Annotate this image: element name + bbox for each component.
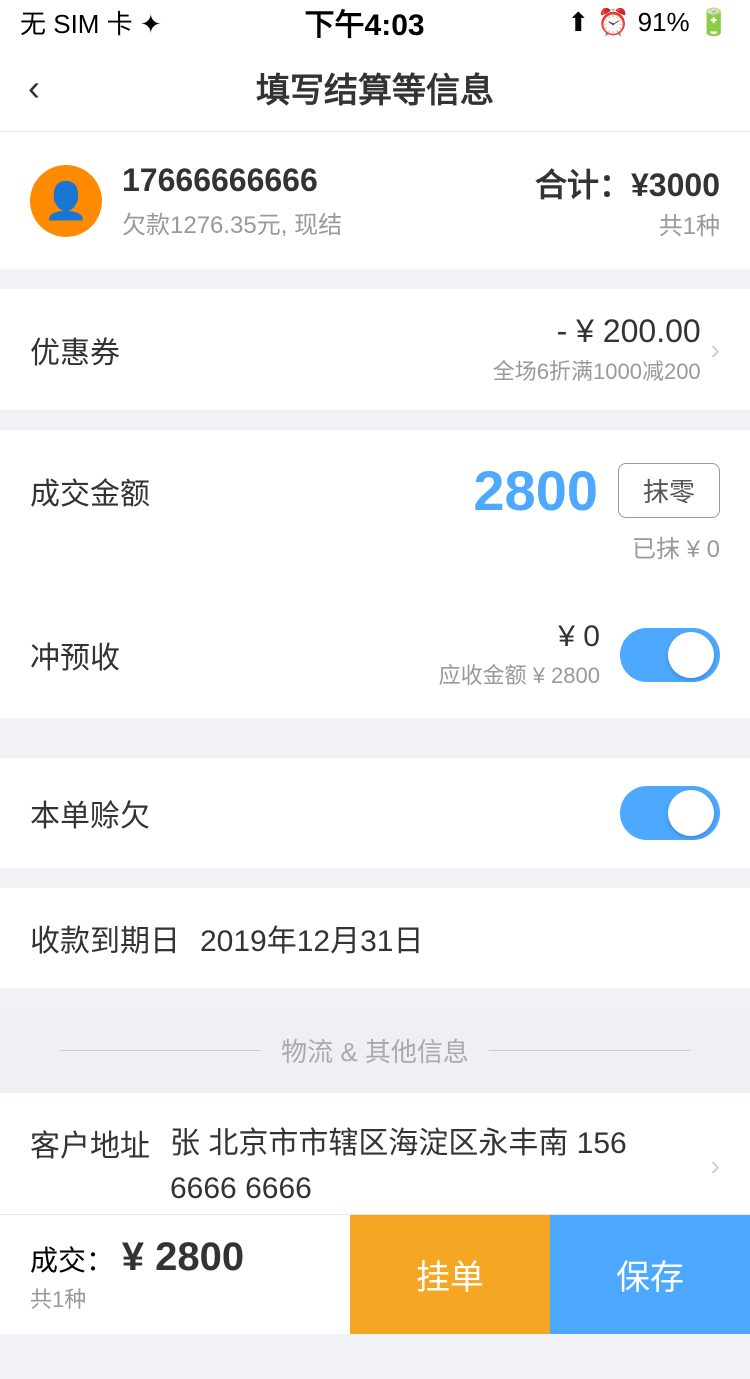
round-button[interactable]: 抹零 [618,463,720,518]
page-title: 填写结算等信息 [256,63,494,112]
customer-left: 👤 17666666666 欠款1276.35元, 现结 [30,162,342,240]
customer-info: 17666666666 欠款1276.35元, 现结 [122,162,342,240]
address-label: 客户地址 [30,1121,150,1165]
hold-button[interactable]: 挂单 [350,1215,550,1334]
bottom-prefix: 成交： [30,1245,114,1276]
alarm-icon: ⏰ [597,7,629,38]
bottom-summary: 成交： ¥ 2800 共1种 [0,1215,350,1334]
address-chevron-icon: › [711,1150,720,1182]
content-area: 👤 17666666666 欠款1276.35元, 现结 合计：¥3000 共1… [0,132,750,1379]
status-time: 下午4:03 [305,0,425,44]
prepay-section: 冲预收 ¥ 0 应收金额 ¥ 2800 [0,592,750,718]
sim-label: 无 SIM 卡 ✦ [20,4,162,41]
logistics-divider: 物流 & 其他信息 [0,1008,750,1093]
toggle-knob [668,632,714,678]
prepay-sub: 应收金额 ¥ 2800 [439,658,600,690]
duedate-value: 2019年12月31日 [200,916,423,960]
duedate-section: 收款到期日 2019年12月31日 [0,888,750,988]
prepay-row: 冲预收 ¥ 0 应收金额 ¥ 2800 [30,592,720,690]
coupon-row[interactable]: 优惠券 - ¥ 200.00 全场6折满1000减200 › [0,289,750,410]
amount-label: 成交金额 [30,469,150,513]
customer-debt: 欠款1276.35元, 现结 [122,205,342,240]
bottom-amount: ¥ 2800 [122,1235,244,1279]
bottom-bar: 成交： ¥ 2800 共1种 挂单 保存 [0,1214,750,1334]
back-button[interactable]: ‹ [28,67,40,109]
address-value: 张 北京市市辖区海淀区永丰南 156 6666 6666 [170,1121,701,1211]
amount-row: 成交金额 2800 抹零 [30,458,720,523]
total-amount: 合计：¥3000 [535,160,720,206]
prepay-label: 冲预收 [30,633,120,677]
debt-toggle-knob [668,790,714,836]
debt-toggle[interactable] [620,786,720,840]
nav-bar: ‹ 填写结算等信息 [0,44,750,132]
avatar: 👤 [30,165,102,237]
coupon-label: 优惠券 [30,328,120,372]
prepay-value: ¥ 0 [439,620,600,654]
prepay-toggle[interactable] [620,628,720,682]
address-right: 张 北京市市辖区海淀区永丰南 156 6666 6666 › [170,1121,720,1211]
coupon-amount: - ¥ 200.00 [557,313,701,350]
bottom-label-row: 成交： ¥ 2800 [30,1235,320,1280]
customer-row: 👤 17666666666 欠款1276.35元, 现结 合计：¥3000 共1… [30,160,720,241]
avatar-icon: 👤 [44,180,89,222]
customer-phone: 17666666666 [122,162,342,199]
status-left: 无 SIM 卡 ✦ [20,4,162,41]
separator-2 [0,718,750,738]
amount-value-group: 2800 抹零 [473,458,720,523]
divider-text: 物流 & 其他信息 [261,1032,489,1069]
prepay-amounts: ¥ 0 应收金额 ¥ 2800 [439,620,600,690]
save-button[interactable]: 保存 [550,1215,750,1334]
duedate-label: 收款到期日 [30,916,180,960]
amount-number: 2800 [473,458,598,523]
coupon-desc: 全场6折满1000减200 [493,354,701,386]
coupon-value-group: - ¥ 200.00 全场6折满1000减200 › [493,313,720,386]
amount-sub: 已抹 ¥ 0 [30,529,720,564]
debt-label: 本单赊欠 [30,791,150,835]
debt-section: 本单赊欠 [0,758,750,868]
amount-section: 成交金额 2800 抹零 已抹 ¥ 0 [0,430,750,592]
total-count: 共1种 [535,206,720,241]
bottom-count: 共1种 [30,1282,320,1314]
battery-icon: 🔋 [698,7,730,38]
location-icon: ⬆ [567,7,589,38]
battery-label: 91% [638,7,690,38]
status-bar: 无 SIM 卡 ✦ 下午4:03 ⬆ ⏰ 91% 🔋 [0,0,750,44]
customer-card: 👤 17666666666 欠款1276.35元, 现结 合计：¥3000 共1… [0,132,750,269]
coupon-value: - ¥ 200.00 全场6折满1000减200 [493,313,701,386]
customer-total: 合计：¥3000 共1种 [535,160,720,241]
chevron-right-icon: › [711,334,720,366]
status-right: ⬆ ⏰ 91% 🔋 [567,7,730,38]
prepay-right: ¥ 0 应收金额 ¥ 2800 [439,620,720,690]
separator-1 [0,410,750,430]
